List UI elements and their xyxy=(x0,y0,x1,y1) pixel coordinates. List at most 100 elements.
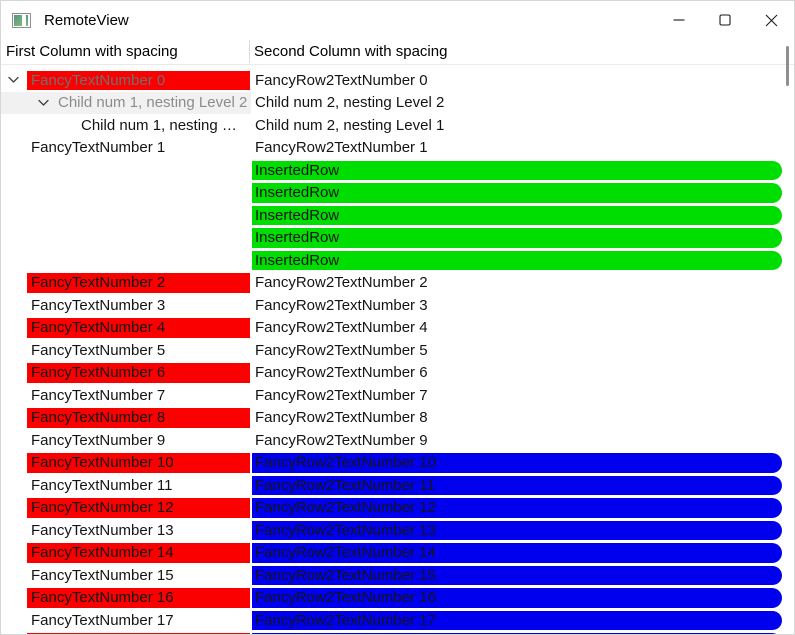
tree-cell-second: FancyRow2TextNumber 2 xyxy=(252,272,782,295)
tree-row[interactable]: InsertedRow xyxy=(1,159,794,182)
scrollbar-thumb[interactable] xyxy=(786,46,789,86)
tree-row[interactable]: InsertedRow xyxy=(1,227,794,250)
second-column-bar: FancyRow2TextNumber 15 xyxy=(252,565,782,585)
tree-cell-second: FancyRow2TextNumber 8 xyxy=(252,407,782,430)
tree-cell-first xyxy=(1,227,251,250)
second-column-bar: FancyRow2TextNumber 14 xyxy=(252,543,782,563)
tree-cell-first xyxy=(1,204,251,227)
titlebar[interactable]: RemoteView xyxy=(1,1,794,39)
minimize-button[interactable] xyxy=(656,1,702,39)
first-column-text: FancyTextNumber 17 xyxy=(31,611,174,629)
first-column-bar: FancyTextNumber 10 xyxy=(27,453,250,473)
tree-row[interactable]: FancyTextNumber 5 FancyRow2TextNumber 5 xyxy=(1,339,794,362)
tree-row[interactable]: InsertedRow xyxy=(1,204,794,227)
tree-row[interactable]: FancyTextNumber 16 FancyRow2TextNumber 1… xyxy=(1,587,794,610)
column-header-second[interactable]: Second Column with spacing xyxy=(254,39,794,64)
second-column-bar: FancyRow2TextNumber 9 xyxy=(252,431,782,451)
column-header-first[interactable]: First Column with spacing xyxy=(6,39,246,64)
first-column-text: FancyTextNumber 7 xyxy=(31,386,166,404)
remoteview-window: RemoteView First Column with spacing Sec… xyxy=(0,0,795,635)
tree-cell-first: FancyTextNumber 4 xyxy=(1,317,251,340)
tree-cell-first: FancyTextNumber 0 xyxy=(1,69,251,92)
expand-chevron-icon[interactable] xyxy=(38,99,49,107)
window-title: RemoteView xyxy=(44,11,129,29)
tree-cell-second: Child num 2, nesting Level 1 xyxy=(252,114,782,137)
second-column-text: FancyRow2TextNumber 5 xyxy=(255,341,428,359)
tree-row[interactable]: FancyTextNumber 6 FancyRow2TextNumber 6 xyxy=(1,362,794,385)
second-column-text: FancyRow2TextNumber 14 xyxy=(255,544,436,562)
second-column-text: InsertedRow xyxy=(255,229,340,247)
second-column-text: FancyRow2TextNumber 1 xyxy=(255,139,428,157)
tree-row[interactable]: FancyTextNumber 10 FancyRow2TextNumber 1… xyxy=(1,452,794,475)
tree-cell-second: FancyRow2TextNumber 16 xyxy=(252,587,782,610)
maximize-button[interactable] xyxy=(702,1,748,39)
tree-row[interactable]: FancyTextNumber 15 FancyRow2TextNumber 1… xyxy=(1,564,794,587)
tree-row[interactable] xyxy=(1,632,794,634)
tree-row[interactable]: FancyTextNumber 17 FancyRow2TextNumber 1… xyxy=(1,609,794,632)
tree-cell-second: InsertedRow xyxy=(252,227,782,250)
tree-cell-first: FancyTextNumber 8 xyxy=(1,407,251,430)
first-column-bar: FancyTextNumber 4 xyxy=(27,318,250,338)
tree-cell-second: FancyRow2TextNumber 4 xyxy=(252,317,782,340)
vertical-scrollbar[interactable] xyxy=(782,41,794,634)
second-column-text: FancyRow2TextNumber 11 xyxy=(255,476,435,494)
first-column-text: FancyTextNumber 8 xyxy=(31,409,166,427)
tree-rows: FancyTextNumber 0 FancyRow2TextNumber 0 … xyxy=(1,65,794,634)
tree-cell-second: FancyRow2TextNumber 1 xyxy=(252,137,782,160)
tree-cell-second: FancyRow2TextNumber 13 xyxy=(252,519,782,542)
tree-row[interactable]: InsertedRow xyxy=(1,182,794,205)
second-column-bar: InsertedRow xyxy=(252,228,782,248)
first-column-text: FancyTextNumber 10 xyxy=(31,454,174,472)
second-column-bar: FancyRow2TextNumber 10 xyxy=(252,453,782,473)
tree-row[interactable]: FancyTextNumber 9 FancyRow2TextNumber 9 xyxy=(1,429,794,452)
tree-cell-first: FancyTextNumber 5 xyxy=(1,339,251,362)
tree-row[interactable]: InsertedRow xyxy=(1,249,794,272)
tree-row[interactable]: FancyTextNumber 13 FancyRow2TextNumber 1… xyxy=(1,519,794,542)
tree-row[interactable]: FancyTextNumber 8 FancyRow2TextNumber 8 xyxy=(1,407,794,430)
tree-cell-first: FancyTextNumber 15 xyxy=(1,564,251,587)
tree-row[interactable]: FancyTextNumber 14 FancyRow2TextNumber 1… xyxy=(1,542,794,565)
second-column-bar: FancyRow2TextNumber 11 xyxy=(252,475,782,495)
tree-cell-second: FancyRow2TextNumber 7 xyxy=(252,384,782,407)
first-column-bar: FancyTextNumber 16 xyxy=(27,588,250,608)
first-column-text: FancyTextNumber 2 xyxy=(31,274,166,292)
close-button[interactable] xyxy=(748,1,794,39)
tree-row[interactable]: FancyTextNumber 4 FancyRow2TextNumber 4 xyxy=(1,317,794,340)
tree-row[interactable]: FancyTextNumber 7 FancyRow2TextNumber 7 xyxy=(1,384,794,407)
second-column-bar: FancyRow2TextNumber 7 xyxy=(252,386,782,406)
tree-cell-first: FancyTextNumber 12 xyxy=(1,497,251,520)
second-column-text: FancyRow2TextNumber 12 xyxy=(255,499,436,517)
first-column-text: FancyTextNumber 15 xyxy=(31,566,174,584)
second-column-text: FancyRow2TextNumber 15 xyxy=(255,566,436,584)
column-divider[interactable] xyxy=(249,40,250,63)
second-column-text: FancyRow2TextNumber 16 xyxy=(255,589,436,607)
tree-row[interactable]: FancyTextNumber 0 FancyRow2TextNumber 0 xyxy=(1,69,794,92)
expand-chevron-icon[interactable] xyxy=(8,76,19,84)
tree-row[interactable]: Child num 1, nesting Level 2 Child num 2… xyxy=(1,91,794,115)
first-column-bar: FancyTextNumber 5 xyxy=(27,341,250,361)
second-column-text: FancyRow2TextNumber 13 xyxy=(255,521,436,539)
first-column-bar: FancyTextNumber 2 xyxy=(27,273,250,293)
first-column-text: FancyTextNumber 13 xyxy=(31,521,174,539)
tree-cell-first: FancyTextNumber 14 xyxy=(1,542,251,565)
first-column-text: FancyTextNumber 16 xyxy=(31,589,174,607)
tree-row[interactable]: FancyTextNumber 1 FancyRow2TextNumber 1 xyxy=(1,137,794,160)
tree-row[interactable]: FancyTextNumber 11 FancyRow2TextNumber 1… xyxy=(1,474,794,497)
second-column-bar: FancyRow2TextNumber 2 xyxy=(252,273,782,293)
tree-header: First Column with spacing Second Column … xyxy=(1,39,794,65)
second-column-text: FancyRow2TextNumber 6 xyxy=(255,364,428,382)
tree-cell-second: FancyRow2TextNumber 11 xyxy=(252,474,782,497)
tree-row[interactable]: FancyTextNumber 3 FancyRow2TextNumber 3 xyxy=(1,294,794,317)
second-column-text: FancyRow2TextNumber 17 xyxy=(255,611,436,629)
first-column-bar: FancyTextNumber 13 xyxy=(27,521,250,541)
tree-cell-second: FancyRow2TextNumber 10 xyxy=(252,452,782,475)
second-column-bar: FancyRow2TextNumber 0 xyxy=(252,71,782,91)
close-icon xyxy=(765,14,777,26)
tree-cell-second: Child num 2, nesting Level 2 xyxy=(252,92,782,115)
second-column-text: FancyRow2TextNumber 2 xyxy=(255,274,428,292)
tree-row[interactable]: FancyTextNumber 12 FancyRow2TextNumber 1… xyxy=(1,497,794,520)
tree-row[interactable]: Child num 1, nesting Level 1 Child num 2… xyxy=(1,114,794,137)
first-column-text: FancyTextNumber 1 xyxy=(31,139,166,157)
tree-row[interactable]: FancyTextNumber 2 FancyRow2TextNumber 2 xyxy=(1,272,794,295)
tree-cell-first xyxy=(1,632,251,634)
